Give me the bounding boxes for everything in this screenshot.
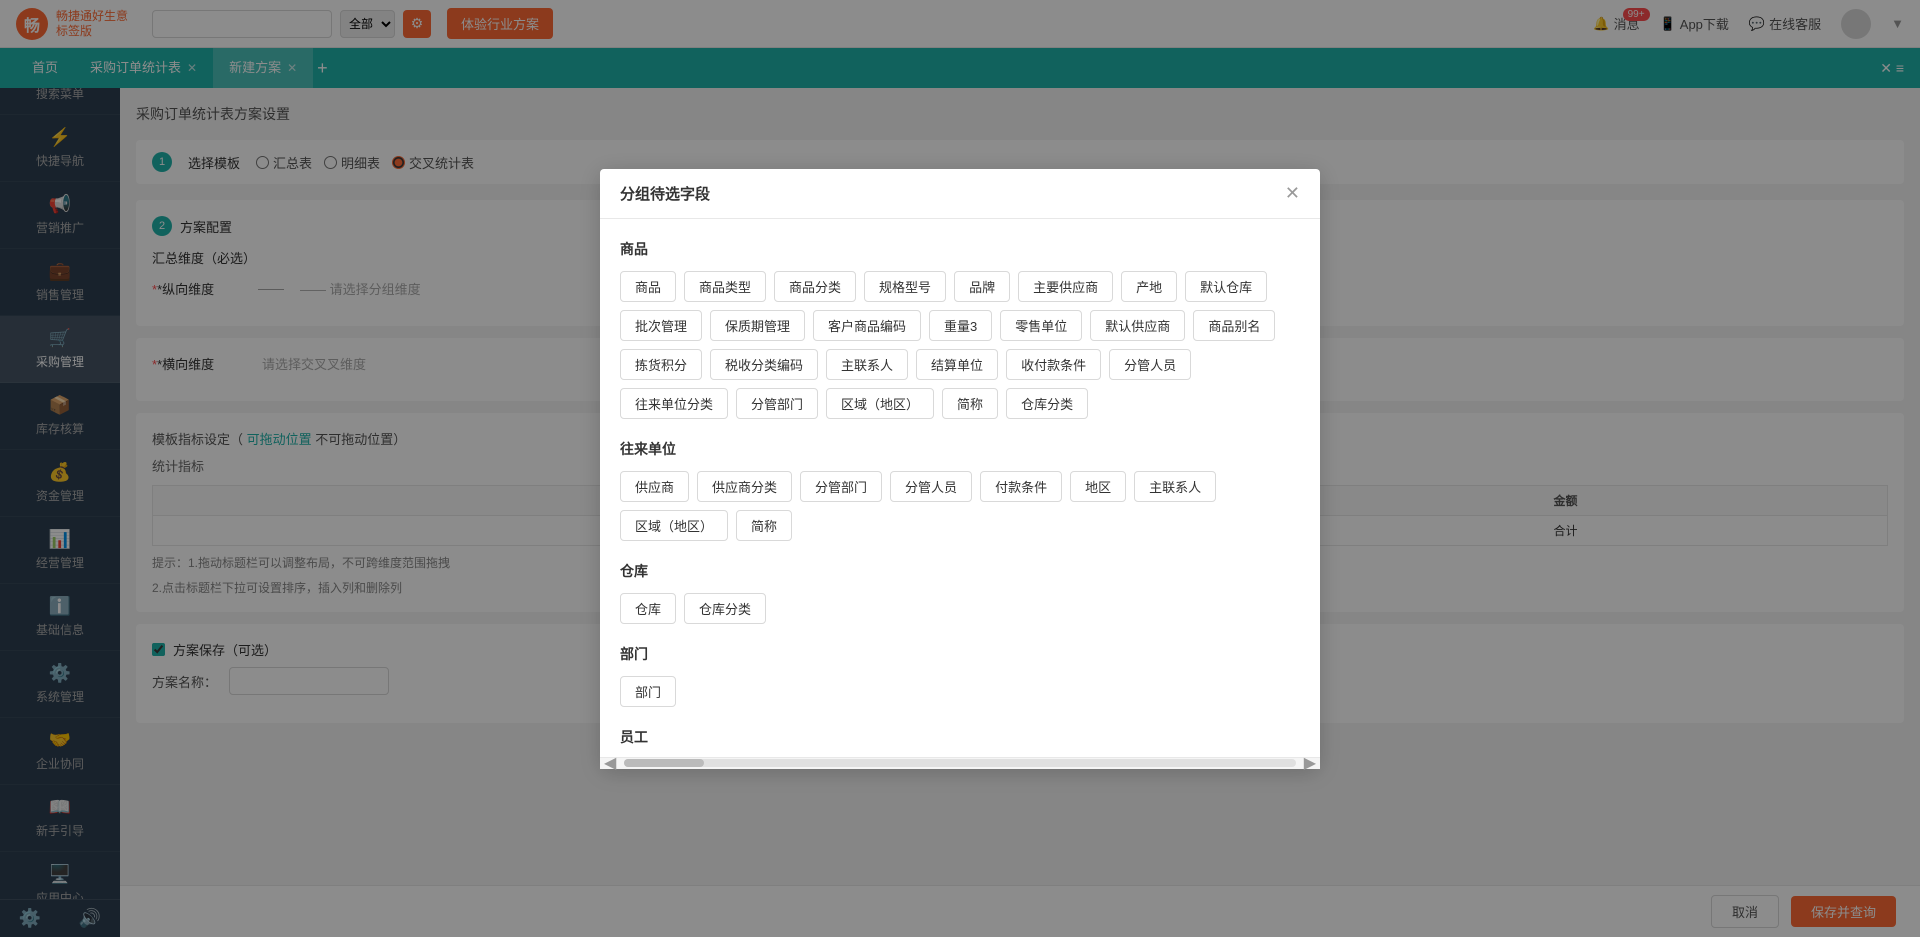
field-tag-0-2[interactable]: 商品分类 bbox=[774, 271, 856, 302]
modal-section-title-0: 商品 bbox=[620, 239, 1300, 259]
field-tag-0-4[interactable]: 品牌 bbox=[954, 271, 1010, 302]
modal-title: 分组待选字段 bbox=[620, 183, 710, 204]
field-tag-0-21[interactable]: 往来单位分类 bbox=[620, 388, 728, 419]
field-tag-2-1[interactable]: 仓库分类 bbox=[684, 593, 766, 624]
hscroll-track bbox=[624, 759, 1295, 767]
field-tag-0-20[interactable]: 分管人员 bbox=[1109, 349, 1191, 380]
field-tag-1-6[interactable]: 主联系人 bbox=[1134, 471, 1216, 502]
modal-close-button[interactable]: ✕ bbox=[1285, 184, 1300, 202]
field-tag-0-19[interactable]: 收付款条件 bbox=[1006, 349, 1101, 380]
field-tag-0-15[interactable]: 拣货积分 bbox=[620, 349, 702, 380]
field-tag-3-0[interactable]: 部门 bbox=[620, 676, 676, 707]
field-tag-1-8[interactable]: 简称 bbox=[736, 510, 792, 541]
field-tag-0-14[interactable]: 商品别名 bbox=[1193, 310, 1275, 341]
field-tag-0-24[interactable]: 简称 bbox=[942, 388, 998, 419]
modal-section-title-1: 往来单位 bbox=[620, 439, 1300, 459]
field-tag-0-16[interactable]: 税收分类编码 bbox=[710, 349, 818, 380]
field-tag-0-22[interactable]: 分管部门 bbox=[736, 388, 818, 419]
fields-grid-1: 供应商供应商分类分管部门分管人员付款条件地区主联系人区域（地区） 简称 bbox=[620, 471, 1300, 541]
modal-section-title-2: 仓库 bbox=[620, 561, 1300, 581]
field-tag-1-2[interactable]: 分管部门 bbox=[800, 471, 882, 502]
field-tag-0-23[interactable]: 区域（地区） bbox=[826, 388, 934, 419]
field-tag-0-0[interactable]: 商品 bbox=[620, 271, 676, 302]
field-tag-0-11[interactable]: 重量3 bbox=[929, 310, 992, 341]
modal-header: 分组待选字段 ✕ bbox=[600, 169, 1320, 219]
field-tag-0-12[interactable]: 零售单位 bbox=[1000, 310, 1082, 341]
field-tag-0-18[interactable]: 结算单位 bbox=[916, 349, 998, 380]
fields-grid-2: 仓库仓库分类 bbox=[620, 593, 1300, 624]
field-tag-1-0[interactable]: 供应商 bbox=[620, 471, 689, 502]
field-tag-0-6[interactable]: 产地 bbox=[1121, 271, 1177, 302]
modal-dialog: 分组待选字段 ✕ 商品商品商品类型商品分类规格型号品牌主要供应商产地默认仓库批次… bbox=[600, 169, 1320, 769]
field-tag-0-9[interactable]: 保质期管理 bbox=[710, 310, 805, 341]
hscroll-left-arrow[interactable]: ◀ bbox=[600, 753, 620, 773]
modal-section-title-3: 部门 bbox=[620, 644, 1300, 664]
field-tag-1-5[interactable]: 地区 bbox=[1070, 471, 1126, 502]
field-tag-0-8[interactable]: 批次管理 bbox=[620, 310, 702, 341]
field-tag-0-5[interactable]: 主要供应商 bbox=[1018, 271, 1113, 302]
field-tag-0-13[interactable]: 默认供应商 bbox=[1090, 310, 1185, 341]
modal-section-title-4: 员工 bbox=[620, 727, 1300, 747]
field-tag-0-10[interactable]: 客户商品编码 bbox=[813, 310, 921, 341]
field-tag-1-4[interactable]: 付款条件 bbox=[980, 471, 1062, 502]
field-tag-0-3[interactable]: 规格型号 bbox=[864, 271, 946, 302]
modal-overlay: 分组待选字段 ✕ 商品商品商品类型商品分类规格型号品牌主要供应商产地默认仓库批次… bbox=[0, 0, 1920, 937]
hscroll-thumb[interactable] bbox=[624, 759, 704, 767]
fields-grid-0: 商品商品类型商品分类规格型号品牌主要供应商产地默认仓库批次管理保质期管理客户商品… bbox=[620, 271, 1300, 419]
field-tag-1-1[interactable]: 供应商分类 bbox=[697, 471, 792, 502]
field-tag-0-7[interactable]: 默认仓库 bbox=[1185, 271, 1267, 302]
field-tag-1-7[interactable]: 区域（地区） bbox=[620, 510, 728, 541]
field-tag-0-17[interactable]: 主联系人 bbox=[826, 349, 908, 380]
modal-body[interactable]: 商品商品商品类型商品分类规格型号品牌主要供应商产地默认仓库批次管理保质期管理客户… bbox=[600, 219, 1320, 757]
field-tag-0-25[interactable]: 仓库分类 bbox=[1006, 388, 1088, 419]
field-tag-0-1[interactable]: 商品类型 bbox=[684, 271, 766, 302]
modal-hscroll[interactable]: ◀ ▶ bbox=[600, 757, 1320, 769]
field-tag-2-0[interactable]: 仓库 bbox=[620, 593, 676, 624]
field-tag-1-3[interactable]: 分管人员 bbox=[890, 471, 972, 502]
hscroll-right-arrow[interactable]: ▶ bbox=[1300, 753, 1320, 773]
fields-grid-3: 部门 bbox=[620, 676, 1300, 707]
